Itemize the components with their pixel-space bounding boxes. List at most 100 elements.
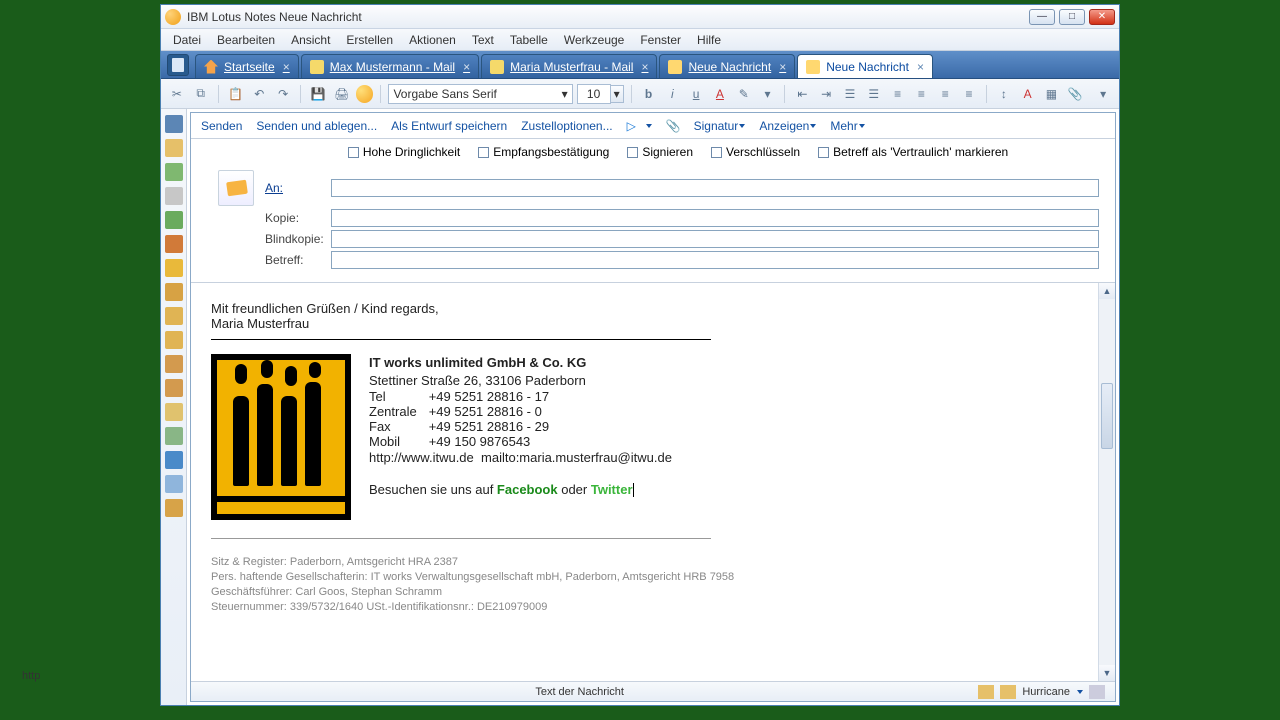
tab-close-icon[interactable]: × [641,60,648,74]
sidebar-contacts-icon[interactable] [165,235,183,253]
send-button[interactable]: Senden [201,119,242,133]
align-center-button[interactable]: ≡ [912,84,932,104]
clip-icon[interactable]: 📎 [666,119,680,133]
tab-neue-nachricht-1[interactable]: Neue Nachricht× [659,54,795,78]
sidebar-item-icon[interactable] [165,451,183,469]
menu-aktionen[interactable]: Aktionen [403,31,462,49]
message-body[interactable]: Mit freundlichen Grüßen / Kind regards, … [191,283,1098,681]
sidebar-item-icon[interactable] [165,379,183,397]
font-color-button[interactable]: A [710,84,730,104]
flag-icon[interactable]: ▷ [627,119,641,133]
bullet-list-button[interactable]: ☰ [840,84,860,104]
sidebar-todo-icon[interactable] [165,211,183,229]
more-dropdown[interactable]: Mehr [830,119,864,133]
facebook-link[interactable]: Facebook [497,482,558,497]
toolbar-overflow[interactable]: ▾ [1093,84,1113,104]
tab-maria-mail[interactable]: Maria Musterfrau - Mail× [481,54,657,78]
save-draft-button[interactable]: Als Entwurf speichern [391,119,507,133]
status-location[interactable]: Hurricane [1022,686,1070,698]
bold-button[interactable]: b [639,84,659,104]
twitter-link[interactable]: Twitter [591,482,633,497]
status-icon[interactable] [1000,685,1016,699]
show-dropdown[interactable]: Anzeigen [759,119,816,133]
signature-dropdown[interactable]: Signatur [694,119,746,133]
number-list-button[interactable]: ☰ [864,84,884,104]
tab-startseite[interactable]: Startseite× [195,54,299,78]
sidebar-item-icon[interactable] [165,307,183,325]
font-size-select[interactable]: 10 [577,84,611,104]
align-justify-button[interactable]: ≡ [959,84,979,104]
bcc-input[interactable] [331,230,1099,248]
sidebar-calendar-icon[interactable] [165,163,183,181]
highlight-button[interactable]: ✎ [734,84,754,104]
menu-text[interactable]: Text [466,31,500,49]
attachment-button[interactable]: 📎 [1065,84,1085,104]
sidebar-item-icon[interactable] [165,403,183,421]
minimize-button[interactable]: — [1029,9,1055,25]
tab-close-icon[interactable]: × [917,60,924,74]
save-button[interactable]: 💾 [308,84,328,104]
tab-neue-nachricht-2[interactable]: Neue Nachricht× [797,54,933,78]
send-and-file-button[interactable]: Senden und ablegen... [256,119,377,133]
tab-close-icon[interactable]: × [283,60,290,74]
sidebar-notes-icon[interactable] [165,187,183,205]
sign-checkbox[interactable]: Signieren [627,145,693,159]
subject-input[interactable] [331,251,1099,269]
status-icon[interactable] [978,685,994,699]
font-size-dropdown[interactable]: ▾ [610,85,624,103]
open-tab-button[interactable] [167,54,189,76]
italic-button[interactable]: i [662,84,682,104]
tab-max-mail[interactable]: Max Mustermann - Mail× [301,54,479,78]
maximize-button[interactable]: □ [1059,9,1085,25]
vertical-scrollbar[interactable]: ▲ ▼ [1098,283,1115,681]
clear-format-button[interactable]: A [1018,84,1038,104]
sidebar-item-icon[interactable] [165,355,183,373]
redo-button[interactable]: ↷ [273,84,293,104]
highlight-dd[interactable]: ▾ [758,84,778,104]
copy-button[interactable]: ⧉ [191,84,211,104]
sidebar-home-icon[interactable] [165,499,183,517]
tab-close-icon[interactable]: × [463,60,470,74]
cc-input[interactable] [331,209,1099,227]
scroll-up-arrow[interactable]: ▲ [1099,283,1115,299]
high-priority-checkbox[interactable]: Hohe Dringlichkeit [348,145,460,159]
insert-table-button[interactable]: ▦ [1042,84,1062,104]
menu-fenster[interactable]: Fenster [634,31,687,49]
undo-button[interactable]: ↶ [249,84,269,104]
font-select[interactable]: Vorgabe Sans Serif▾ [388,84,572,104]
sidebar-help-icon[interactable] [165,475,183,493]
align-right-button[interactable]: ≡ [935,84,955,104]
menu-erstellen[interactable]: Erstellen [340,31,399,49]
status-icon[interactable] [1089,685,1105,699]
print-button[interactable]: 🖨 [332,84,352,104]
scroll-thumb[interactable] [1101,383,1113,449]
menu-hilfe[interactable]: Hilfe [691,31,727,49]
to-input[interactable] [331,179,1099,197]
line-spacing-button[interactable]: ↕ [994,84,1014,104]
menu-tabelle[interactable]: Tabelle [504,31,554,49]
close-button[interactable]: ✕ [1089,9,1115,25]
menu-bearbeiten[interactable]: Bearbeiten [211,31,281,49]
indent-button[interactable]: ⇥ [816,84,836,104]
scroll-down-arrow[interactable]: ▼ [1099,665,1115,681]
receipt-checkbox[interactable]: Empfangsbestätigung [478,145,609,159]
underline-button[interactable]: u [686,84,706,104]
refresh-icon[interactable] [356,85,374,103]
cut-button[interactable]: ✂ [167,84,187,104]
delivery-options-button[interactable]: Zustelloptionen... [521,119,612,133]
sidebar-mail-icon[interactable] [165,139,183,157]
encrypt-checkbox[interactable]: Verschlüsseln [711,145,800,159]
sidebar-item-icon[interactable] [165,427,183,445]
to-label[interactable]: An: [265,181,331,195]
paste-button[interactable]: 📋 [226,84,246,104]
menu-ansicht[interactable]: Ansicht [285,31,336,49]
confidential-checkbox[interactable]: Betreff als 'Vertraulich' markieren [818,145,1008,159]
outdent-button[interactable]: ⇤ [792,84,812,104]
menu-werkzeuge[interactable]: Werkzeuge [558,31,630,49]
align-left-button[interactable]: ≡ [888,84,908,104]
tab-close-icon[interactable]: × [779,60,786,74]
menu-datei[interactable]: Datei [167,31,207,49]
sidebar-search-icon[interactable] [165,115,183,133]
sidebar-item-icon[interactable] [165,331,183,349]
sidebar-item-icon[interactable] [165,283,183,301]
